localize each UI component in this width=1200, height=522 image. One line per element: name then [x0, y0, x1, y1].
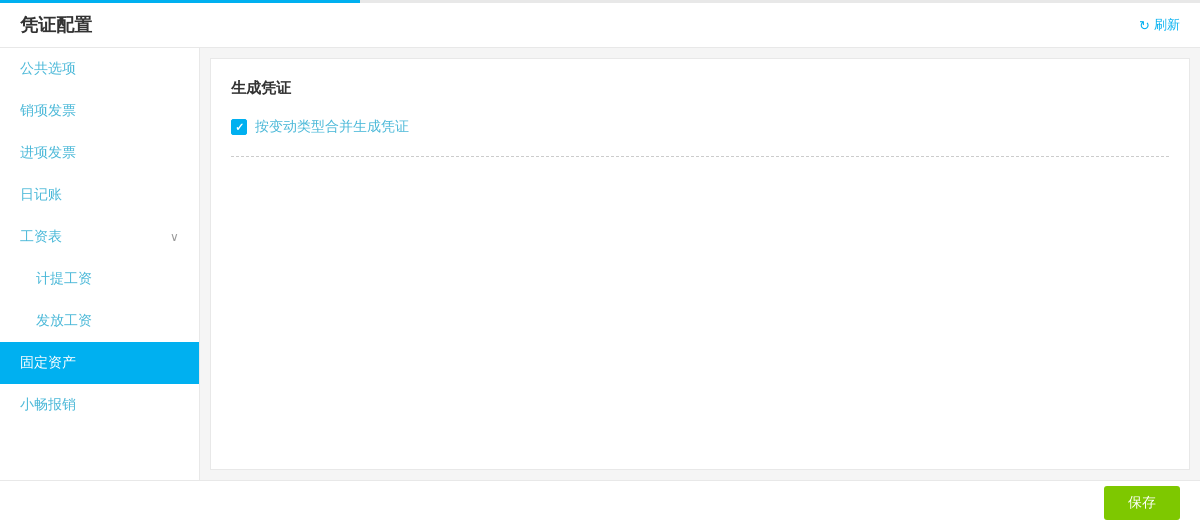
- refresh-icon: ↻: [1139, 18, 1150, 33]
- sidebar-item-label-4: 工资表: [20, 228, 62, 246]
- sidebar-item-label-0: 公共选项: [20, 60, 76, 78]
- sidebar-item-6[interactable]: 发放工资: [0, 300, 199, 342]
- content-area: 生成凭证 按变动类型合并生成凭证: [210, 58, 1190, 470]
- refresh-label: 刷新: [1154, 16, 1180, 34]
- sidebar: 公共选项销项发票进项发票日记账工资表 ∨ 计提工资发放工资固定资产小畅报销: [0, 48, 200, 480]
- checkbox-row: 按变动类型合并生成凭证: [231, 118, 1169, 136]
- sidebar-item-label-8: 小畅报销: [20, 396, 76, 414]
- sidebar-item-label-2: 进项发票: [20, 144, 76, 162]
- chevron-down-icon: ∨: [170, 230, 179, 244]
- sidebar-item-label-5: 计提工资: [36, 270, 92, 288]
- sidebar-item-label-3: 日记账: [20, 186, 62, 204]
- refresh-button[interactable]: ↻ 刷新: [1139, 16, 1180, 34]
- merge-checkbox-label: 按变动类型合并生成凭证: [255, 118, 409, 136]
- sidebar-item-2[interactable]: 进项发票: [0, 132, 199, 174]
- merge-checkbox[interactable]: [231, 119, 247, 135]
- save-button[interactable]: 保存: [1104, 486, 1180, 520]
- sidebar-item-1[interactable]: 销项发票: [0, 90, 199, 132]
- section-title: 生成凭证: [231, 79, 1169, 98]
- section-divider: [231, 156, 1169, 157]
- main-layout: 公共选项销项发票进项发票日记账工资表 ∨ 计提工资发放工资固定资产小畅报销 生成凭证…: [0, 48, 1200, 480]
- sidebar-item-label-1: 销项发票: [20, 102, 76, 120]
- sidebar-item-5[interactable]: 计提工资: [0, 258, 199, 300]
- page-title: 凭证配置: [20, 13, 92, 37]
- sidebar-item-label-7: 固定资产: [20, 354, 76, 372]
- sidebar-item-3[interactable]: 日记账: [0, 174, 199, 216]
- sidebar-item-label-6: 发放工资: [36, 312, 92, 330]
- page-footer: 保存: [0, 480, 1200, 522]
- sidebar-item-4[interactable]: 工资表 ∨: [0, 216, 199, 258]
- sidebar-item-0[interactable]: 公共选项: [0, 48, 199, 90]
- sidebar-item-8[interactable]: 小畅报销: [0, 384, 199, 426]
- page-header: 凭证配置 ↻ 刷新: [0, 3, 1200, 48]
- sidebar-item-7[interactable]: 固定资产: [0, 342, 199, 384]
